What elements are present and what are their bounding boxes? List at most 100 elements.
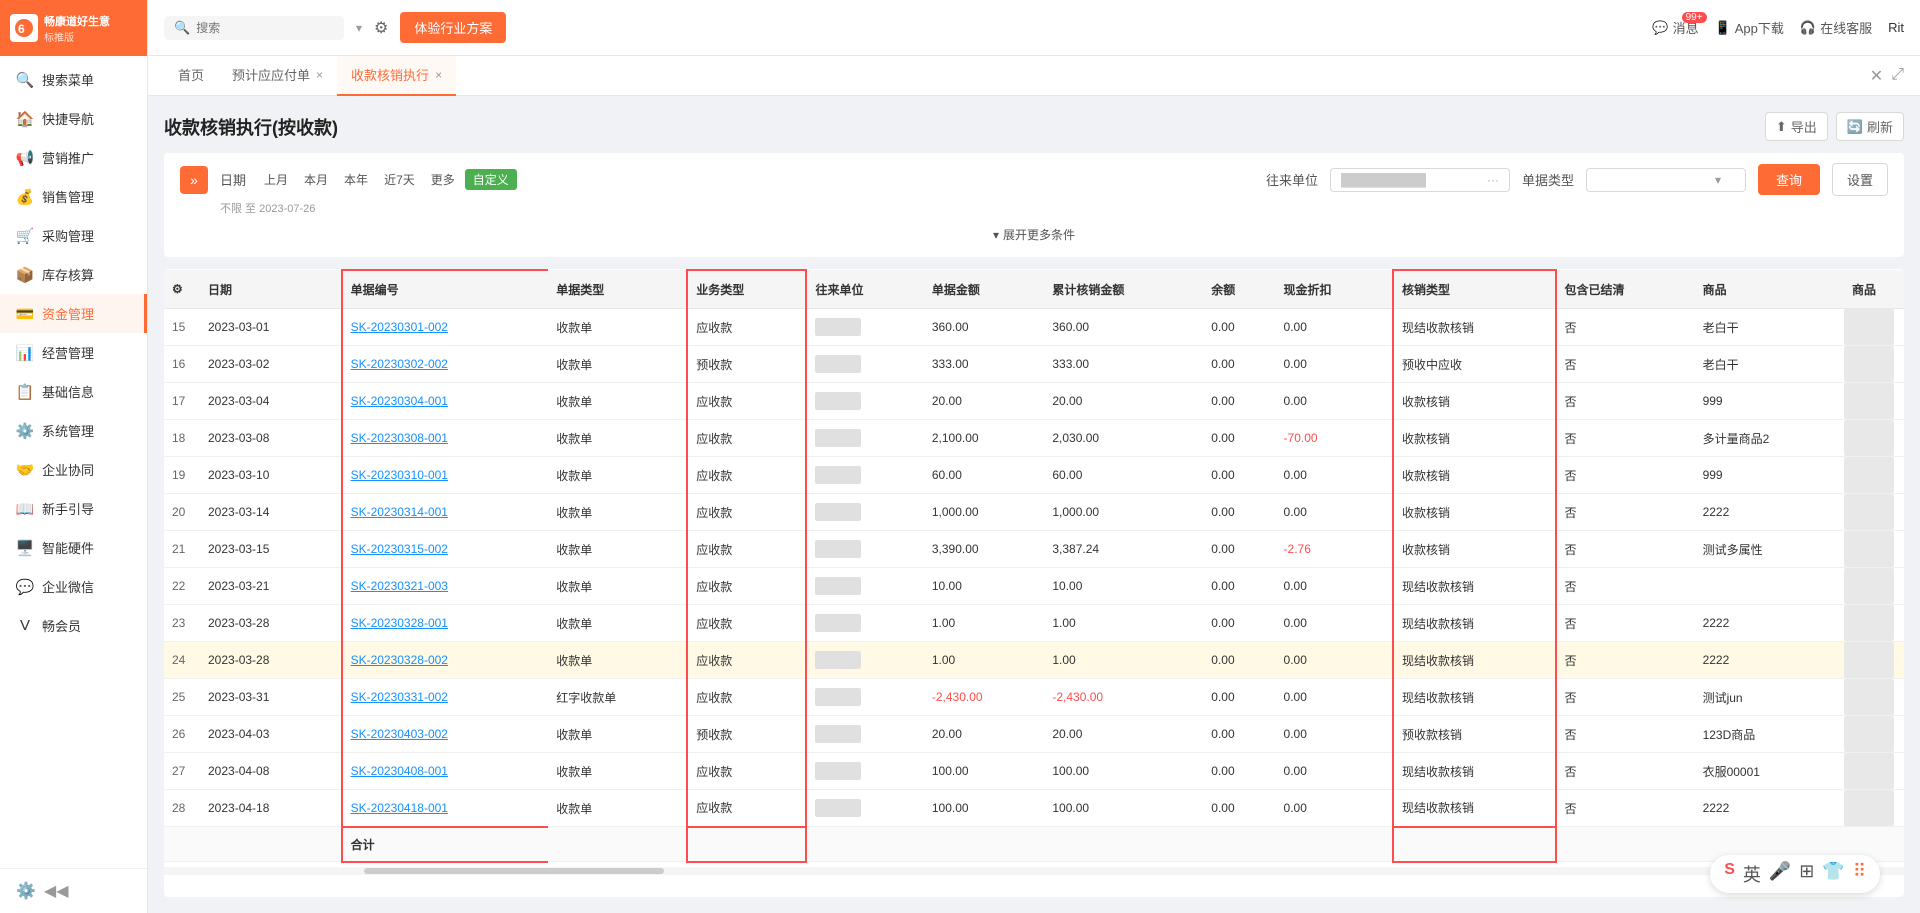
sidebar-item-search[interactable]: 🔍搜索菜单 <box>0 60 147 99</box>
industry-btn[interactable]: 体验行业方案 <box>400 12 506 43</box>
filter-expand-btn[interactable]: » <box>180 166 208 194</box>
table-row: 15 2023-03-01 SK-20230301-002 收款单 应收款 x … <box>164 309 1904 346</box>
float-english-icon[interactable]: 英 <box>1743 861 1761 887</box>
filter-date-more[interactable]: 更多 <box>425 169 461 190</box>
tab-receivable[interactable]: 预计应应付单 × <box>218 56 337 96</box>
cell-write-off: 3,387.24 <box>1044 531 1203 568</box>
settings-icon[interactable]: ⚙️ <box>16 881 36 901</box>
main-content: 🔍 ▾ ⚙ 体验行业方案 💬 消息 99+ 📱 App下载 🎧 在线客服 Rit <box>148 0 1920 913</box>
tabs-bar: 首页 预计应应付单 × 收款核销执行 × ✕ ⤢ <box>148 56 1920 96</box>
sidebar-item-guide[interactable]: 📖新手引导 <box>0 489 147 528</box>
doc-no-link[interactable]: SK-20230314-001 <box>351 505 448 519</box>
horizontal-scrollbar[interactable] <box>164 867 1904 875</box>
filter-date-7days[interactable]: 近7天 <box>378 169 421 190</box>
sidebar-item-purchase[interactable]: 🛒采购管理 <box>0 216 147 255</box>
filter-date-this-year[interactable]: 本年 <box>338 169 374 190</box>
sidebar-item-basic[interactable]: 📋基础信息 <box>0 372 147 411</box>
filter-date-last-month[interactable]: 上月 <box>258 169 294 190</box>
doc-no-link[interactable]: SK-20230310-001 <box>351 468 448 482</box>
sidebar-item-marketing[interactable]: 📢营销推广 <box>0 138 147 177</box>
sidebar-item-finance[interactable]: 💳资金管理 <box>0 294 147 333</box>
tab-home[interactable]: 首页 <box>164 56 218 96</box>
filter-date-custom-btn[interactable]: 自定义 <box>465 169 517 190</box>
cell-write-off-type: 现结收款核销 <box>1393 753 1556 790</box>
collapse-icon[interactable]: ◀◀ <box>44 881 69 901</box>
topbar-gear-icon[interactable]: ⚙ <box>374 18 388 38</box>
export-btn[interactable]: ⬆ 导出 <box>1765 112 1828 141</box>
table-row: 27 2023-04-08 SK-20230408-001 收款单 应收款 x … <box>164 753 1904 790</box>
doc-no-link[interactable]: SK-20230403-002 <box>351 727 448 741</box>
float-apps-icon[interactable]: ⠿ <box>1853 861 1866 887</box>
sidebar-item-sales[interactable]: 💰销售管理 <box>0 177 147 216</box>
doc-no-link[interactable]: SK-20230328-002 <box>351 653 448 667</box>
cell-doc-no: SK-20230331-002 <box>342 679 549 716</box>
sidebar-item-wechat[interactable]: 💬企业微信 <box>0 567 147 606</box>
sidebar-item-enterprise[interactable]: 🤝企业协同 <box>0 450 147 489</box>
doc-no-link[interactable]: SK-20230302-002 <box>351 357 448 371</box>
cell-doc-type: 收款单 <box>548 531 687 568</box>
cell-doc-no: SK-20230315-002 <box>342 531 549 568</box>
cell-include-cleared: 否 <box>1556 790 1695 827</box>
doc-no-link[interactable]: SK-20230418-001 <box>351 801 448 815</box>
topbar-chevron-icon[interactable]: ▾ <box>356 21 362 35</box>
filter-date-this-month[interactable]: 本月 <box>298 169 334 190</box>
cell-include-cleared: 否 <box>1556 420 1695 457</box>
sidebar-item-shortcut[interactable]: 🏠快捷导航 <box>0 99 147 138</box>
cell-unit: x <box>806 642 923 679</box>
filter-query-btn[interactable]: 查询 <box>1758 164 1820 195</box>
refresh-icon: 🔄 <box>1847 119 1863 135</box>
doc-no-link[interactable]: SK-20230301-002 <box>351 320 448 334</box>
filter-unit-input[interactable]: ██████████ ··· <box>1330 168 1510 192</box>
cell-product2 <box>1844 679 1904 716</box>
cell-balance: 0.00 <box>1203 679 1275 716</box>
cell-balance: 0.00 <box>1203 716 1275 753</box>
filter-type-select[interactable]: ▾ <box>1586 168 1746 192</box>
doc-no-link[interactable]: SK-20230308-001 <box>351 431 448 445</box>
table-row: 20 2023-03-14 SK-20230314-001 收款单 应收款 x … <box>164 494 1904 531</box>
tab-expand-icon[interactable]: ⤢ <box>1891 66 1904 86</box>
wechat-icon: 💬 <box>16 578 34 596</box>
doc-no-link[interactable]: SK-20230315-002 <box>351 542 448 556</box>
cell-product: 2222 <box>1695 494 1844 531</box>
cell-doc-type: 收款单 <box>548 346 687 383</box>
cell-biz-type: 应收款 <box>687 642 806 679</box>
online-service-label: 在线客服 <box>1820 18 1872 37</box>
topbar-search[interactable]: 🔍 <box>164 16 344 40</box>
float-s-icon[interactable]: S <box>1724 861 1735 887</box>
float-shirt-icon[interactable]: 👕 <box>1822 861 1844 887</box>
tab-collection[interactable]: 收款核销执行 × <box>337 56 456 96</box>
filter-dots: ··· <box>1487 173 1499 187</box>
sidebar-item-operation[interactable]: 📊经营管理 <box>0 333 147 372</box>
message-action[interactable]: 💬 消息 99+ <box>1652 18 1698 37</box>
cell-seq: 21 <box>164 531 200 568</box>
filter-settings-btn[interactable]: 设置 <box>1832 163 1888 196</box>
search-input[interactable] <box>196 21 316 35</box>
tab-collection-close[interactable]: × <box>435 68 442 82</box>
col-settings[interactable]: ⚙ <box>164 270 200 309</box>
cell-include-cleared: 否 <box>1556 605 1695 642</box>
cell-doc-type: 收款单 <box>548 457 687 494</box>
doc-no-link[interactable]: SK-20230328-001 <box>351 616 448 630</box>
app-download-action[interactable]: 📱 App下载 <box>1715 18 1784 37</box>
table-settings-icon[interactable]: ⚙ <box>172 282 183 296</box>
float-mic-icon[interactable]: 🎤 <box>1769 861 1791 887</box>
col-discount: 现金折扣 <box>1276 270 1393 309</box>
doc-no-link[interactable]: SK-20230321-003 <box>351 579 448 593</box>
doc-no-link[interactable]: SK-20230408-001 <box>351 764 448 778</box>
online-service-action[interactable]: 🎧 在线客服 <box>1800 18 1872 37</box>
cell-write-off-type: 现结收款核销 <box>1393 309 1556 346</box>
user-avatar[interactable]: Rit <box>1888 20 1904 35</box>
sidebar-item-hardware[interactable]: 🖥️智能硬件 <box>0 528 147 567</box>
cell-write-off-type: 收款核销 <box>1393 457 1556 494</box>
tab-receivable-close[interactable]: × <box>316 68 323 82</box>
tab-close-icon[interactable]: ✕ <box>1870 66 1883 86</box>
sidebar-item-system[interactable]: ⚙️系统管理 <box>0 411 147 450</box>
filter-more-btn[interactable]: ▾ 展开更多条件 <box>993 226 1075 243</box>
refresh-btn[interactable]: 🔄 刷新 <box>1836 112 1904 141</box>
doc-no-link[interactable]: SK-20230304-001 <box>351 394 448 408</box>
sidebar-item-member[interactable]: V畅会员 <box>0 606 147 645</box>
doc-no-link[interactable]: SK-20230331-002 <box>351 690 448 704</box>
float-grid-icon[interactable]: ⊞ <box>1799 861 1814 887</box>
cell-doc-no: SK-20230301-002 <box>342 309 549 346</box>
sidebar-item-inventory[interactable]: 📦库存核算 <box>0 255 147 294</box>
